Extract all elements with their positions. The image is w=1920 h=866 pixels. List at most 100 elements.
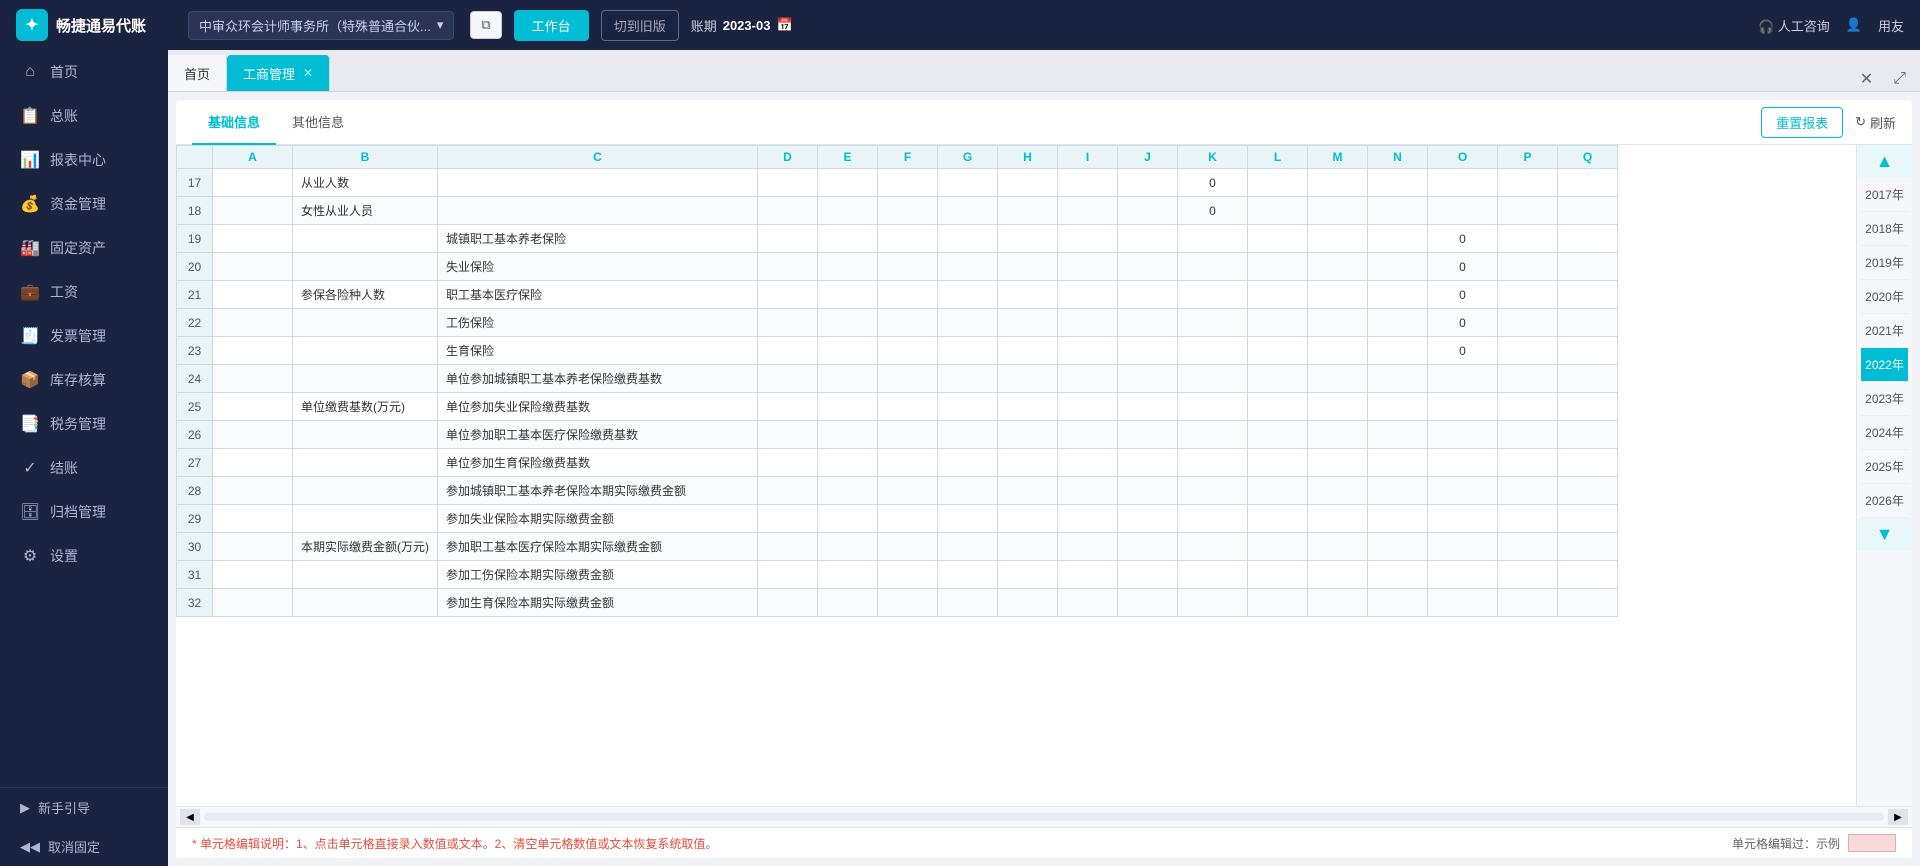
cell-p[interactable] <box>1498 449 1558 477</box>
cell-o[interactable] <box>1428 197 1498 225</box>
cell-n[interactable] <box>1368 477 1428 505</box>
cell-j[interactable] <box>1118 225 1178 253</box>
cell-n[interactable] <box>1368 197 1428 225</box>
cell-g[interactable] <box>938 477 998 505</box>
cell-c[interactable]: 职工基本医疗保险 <box>438 281 758 309</box>
cell-l[interactable] <box>1248 337 1308 365</box>
sidebar-item-fixed-asset[interactable]: 🏭 固定资产 <box>0 226 168 270</box>
cell-e[interactable] <box>818 365 878 393</box>
cell-q[interactable] <box>1558 309 1618 337</box>
cell-b[interactable]: 从业人数 <box>293 169 438 197</box>
cell-k[interactable] <box>1178 505 1248 533</box>
cell-d[interactable] <box>758 561 818 589</box>
cell-f[interactable] <box>878 281 938 309</box>
cell-g[interactable] <box>938 561 998 589</box>
cell-e[interactable] <box>818 421 878 449</box>
cell-j[interactable] <box>1118 589 1178 617</box>
cell-m[interactable] <box>1308 197 1368 225</box>
sidebar-item-home[interactable]: ⌂ 首页 <box>0 50 168 94</box>
sidebar-item-salary[interactable]: 💼 工资 <box>0 270 168 314</box>
cell-j[interactable] <box>1118 197 1178 225</box>
cell-h[interactable] <box>998 337 1058 365</box>
cell-l[interactable] <box>1248 225 1308 253</box>
cell-c[interactable]: 城镇职工基本养老保险 <box>438 225 758 253</box>
cell-d[interactable] <box>758 169 818 197</box>
cell-h[interactable] <box>998 505 1058 533</box>
company-selector[interactable]: 中审众环会计师事务所（特殊普通合伙... ▾ <box>188 11 454 40</box>
cell-j[interactable] <box>1118 449 1178 477</box>
cell-g[interactable] <box>938 337 998 365</box>
cell-l[interactable] <box>1248 365 1308 393</box>
cell-f[interactable] <box>878 225 938 253</box>
cell-e[interactable] <box>818 225 878 253</box>
cell-f[interactable] <box>878 561 938 589</box>
tab-industrial[interactable]: 工商管理 ✕ <box>227 55 330 91</box>
cell-a[interactable] <box>213 393 293 421</box>
cell-o[interactable] <box>1428 169 1498 197</box>
cell-e[interactable] <box>818 253 878 281</box>
cell-n[interactable] <box>1368 449 1428 477</box>
cell-e[interactable] <box>818 477 878 505</box>
cell-k[interactable] <box>1178 337 1248 365</box>
year-item-2024[interactable]: 2024年 <box>1861 416 1908 450</box>
cell-c[interactable] <box>438 169 758 197</box>
cell-d[interactable] <box>758 393 818 421</box>
cell-n[interactable] <box>1368 337 1428 365</box>
cell-l[interactable] <box>1248 169 1308 197</box>
refresh-button[interactable]: ↻ 刷新 <box>1855 113 1896 132</box>
cell-o[interactable] <box>1428 421 1498 449</box>
cell-e[interactable] <box>818 393 878 421</box>
cell-o[interactable]: 0 <box>1428 281 1498 309</box>
sidebar-item-report[interactable]: 📊 报表中心 <box>0 138 168 182</box>
tab-expand-button[interactable]: ⤢ <box>1887 68 1912 90</box>
cell-n[interactable] <box>1368 561 1428 589</box>
cell-p[interactable] <box>1498 281 1558 309</box>
cell-a[interactable] <box>213 449 293 477</box>
cell-g[interactable] <box>938 253 998 281</box>
cell-f[interactable] <box>878 253 938 281</box>
cell-k[interactable] <box>1178 449 1248 477</box>
cell-e[interactable] <box>818 533 878 561</box>
cell-i[interactable] <box>1058 393 1118 421</box>
spreadsheet-table[interactable]: A B C D E F G H I J K L M <box>176 145 1856 806</box>
cell-o[interactable] <box>1428 533 1498 561</box>
cell-a[interactable] <box>213 505 293 533</box>
cell-c[interactable]: 参加失业保险本期实际缴费金额 <box>438 505 758 533</box>
sidebar-item-tax[interactable]: 📑 税务管理 <box>0 402 168 446</box>
cell-j[interactable] <box>1118 421 1178 449</box>
cell-p[interactable] <box>1498 477 1558 505</box>
cell-l[interactable] <box>1248 589 1308 617</box>
cell-p[interactable] <box>1498 533 1558 561</box>
cell-p[interactable] <box>1498 337 1558 365</box>
cell-l[interactable] <box>1248 197 1308 225</box>
cell-c[interactable]: 单位参加职工基本医疗保险缴费基数 <box>438 421 758 449</box>
cell-b[interactable]: 参保各险种人数 <box>293 281 438 309</box>
cell-o[interactable]: 0 <box>1428 253 1498 281</box>
cell-o[interactable] <box>1428 561 1498 589</box>
cell-a[interactable] <box>213 225 293 253</box>
cell-n[interactable] <box>1368 365 1428 393</box>
cell-p[interactable] <box>1498 253 1558 281</box>
cell-d[interactable] <box>758 449 818 477</box>
cell-i[interactable] <box>1058 505 1118 533</box>
cell-m[interactable] <box>1308 253 1368 281</box>
cell-b[interactable]: 女性从业人员 <box>293 197 438 225</box>
cell-f[interactable] <box>878 365 938 393</box>
cell-c[interactable]: 单位参加城镇职工基本养老保险缴费基数 <box>438 365 758 393</box>
cell-n[interactable] <box>1368 393 1428 421</box>
cell-o[interactable] <box>1428 589 1498 617</box>
cell-b[interactable] <box>293 253 438 281</box>
year-item-2021[interactable]: 2021年 <box>1861 314 1908 348</box>
cell-i[interactable] <box>1058 169 1118 197</box>
cell-e[interactable] <box>818 169 878 197</box>
cell-n[interactable] <box>1368 225 1428 253</box>
cell-m[interactable] <box>1308 365 1368 393</box>
cell-l[interactable] <box>1248 253 1308 281</box>
cell-m[interactable] <box>1308 225 1368 253</box>
cell-c[interactable]: 参加职工基本医疗保险本期实际缴费金额 <box>438 533 758 561</box>
cell-p[interactable] <box>1498 197 1558 225</box>
old-version-button[interactable]: 切到旧版 <box>601 10 679 41</box>
cell-n[interactable] <box>1368 281 1428 309</box>
cell-d[interactable] <box>758 533 818 561</box>
year-item-2026[interactable]: 2026年 <box>1861 484 1908 518</box>
